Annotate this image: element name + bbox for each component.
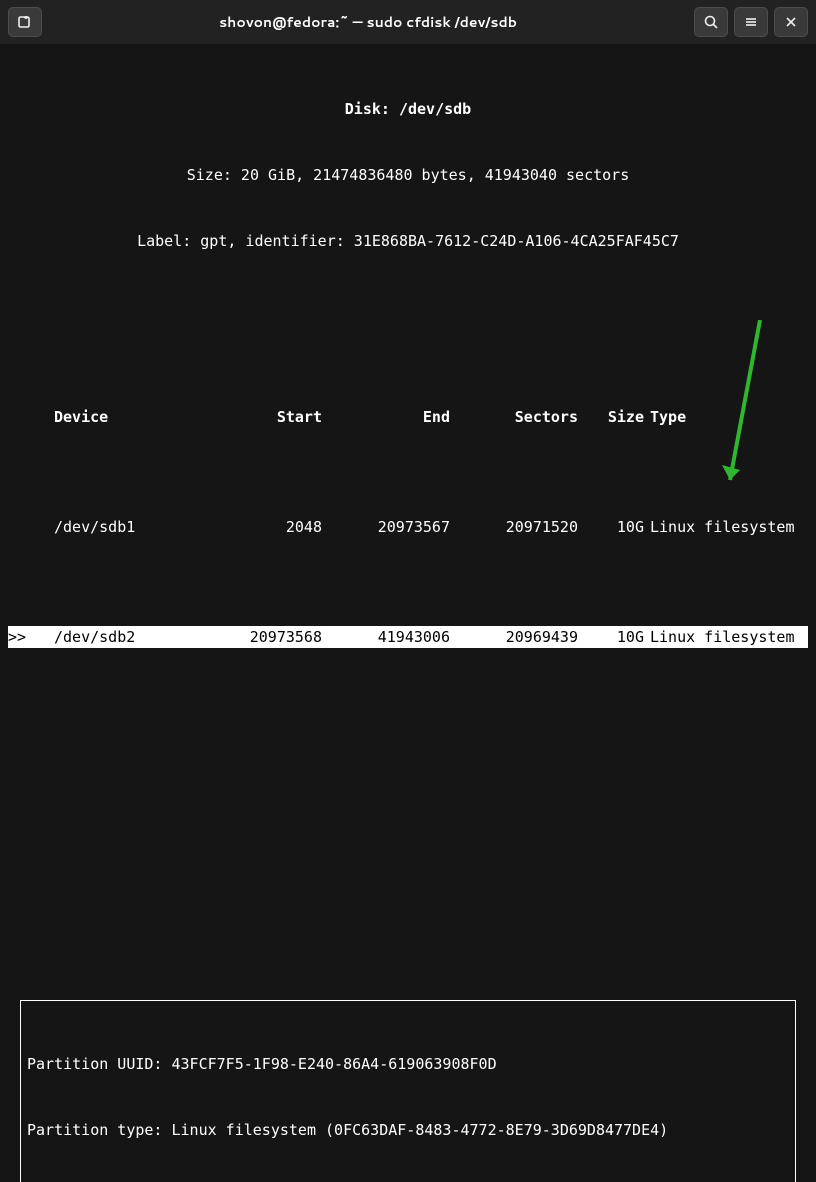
partition-row[interactable]: /dev/sdb1 2048 20973567 20971520 10G Lin…	[8, 516, 808, 538]
partition-size: 10G	[578, 626, 644, 648]
col-device: Device	[44, 406, 192, 428]
partition-start: 2048	[192, 516, 322, 538]
partition-device: /dev/sdb2	[44, 626, 192, 648]
partition-table-header: Device Start End Sectors Size Type	[8, 406, 808, 428]
partition-type-line: Partition type: Linux filesystem (0FC63D…	[27, 1119, 789, 1141]
row-marker: >>	[8, 626, 44, 648]
partition-uuid-line: Partition UUID: 43FCF7F5-1F98-E240-86A4-…	[27, 1053, 789, 1075]
partition-start: 20973568	[192, 626, 322, 648]
col-type: Type	[644, 406, 808, 428]
disk-label-line: Label: gpt, identifier: 31E868BA-7612-C2…	[8, 230, 808, 252]
partition-end: 20973567	[322, 516, 450, 538]
col-start: Start	[192, 406, 322, 428]
partition-end: 41943006	[322, 626, 450, 648]
partition-type: Linux filesystem	[644, 626, 808, 648]
partition-size: 10G	[578, 516, 644, 538]
terminal-content: Disk: /dev/sdb Size: 20 GiB, 21474836480…	[0, 44, 816, 1182]
close-button[interactable]	[774, 7, 808, 37]
row-marker	[8, 516, 44, 538]
col-size: Size	[578, 406, 644, 428]
titlebar: shovon@fedora:~ — sudo cfdisk /dev/sdb	[0, 0, 816, 44]
partition-details-box: Partition UUID: 43FCF7F5-1F98-E240-86A4-…	[20, 1000, 796, 1182]
partition-sectors: 20969439	[450, 626, 578, 648]
partition-device: /dev/sdb1	[44, 516, 192, 538]
menu-button[interactable]	[734, 7, 768, 37]
partition-type: Linux filesystem	[644, 516, 808, 538]
window-title: shovon@fedora:~ — sudo cfdisk /dev/sdb	[48, 12, 688, 32]
search-button[interactable]	[694, 7, 728, 37]
new-tab-button[interactable]	[8, 7, 42, 37]
partition-sectors: 20971520	[450, 516, 578, 538]
disk-header: Disk: /dev/sdb	[8, 98, 808, 120]
col-end: End	[322, 406, 450, 428]
disk-size-line: Size: 20 GiB, 21474836480 bytes, 4194304…	[8, 164, 808, 186]
col-sectors: Sectors	[450, 406, 578, 428]
partition-row[interactable]: >> /dev/sdb2 20973568 41943006 20969439 …	[8, 626, 808, 648]
